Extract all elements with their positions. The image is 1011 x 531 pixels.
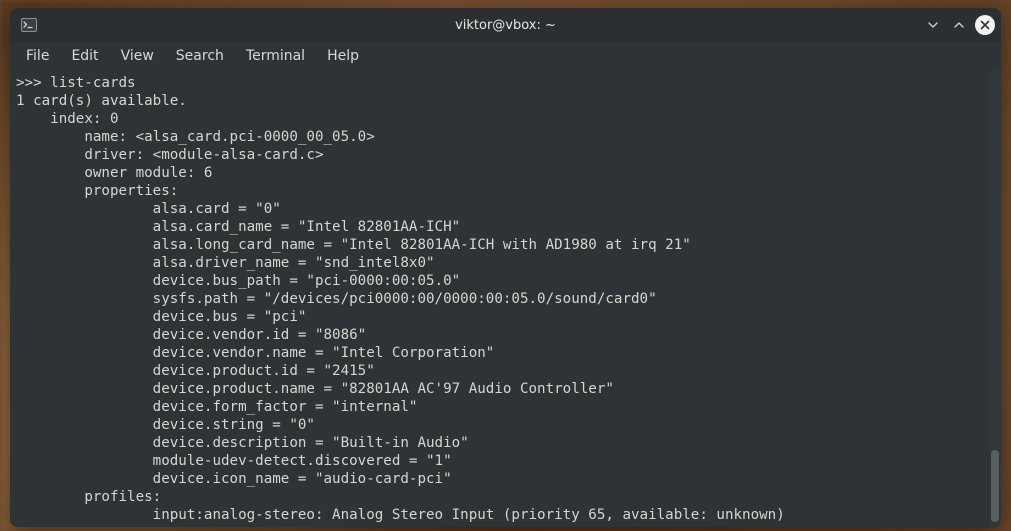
terminal-area[interactable]: >>> list-cards 1 card(s) available. inde… xyxy=(10,70,1001,527)
maximize-button[interactable] xyxy=(949,15,969,35)
window-title: viktor@vbox: ~ xyxy=(10,18,1001,33)
minimize-button[interactable] xyxy=(923,15,943,35)
window-controls xyxy=(923,8,995,42)
menu-view[interactable]: View xyxy=(111,45,164,67)
close-button[interactable] xyxy=(975,15,995,35)
menu-help[interactable]: Help xyxy=(317,45,369,67)
menu-terminal[interactable]: Terminal xyxy=(236,45,315,67)
titlebar[interactable]: viktor@vbox: ~ xyxy=(10,8,1001,42)
menu-search[interactable]: Search xyxy=(166,45,234,67)
menu-edit[interactable]: Edit xyxy=(61,45,108,67)
menu-file[interactable]: File xyxy=(16,45,59,67)
scrollbar-thumb[interactable] xyxy=(991,450,999,522)
menubar: File Edit View Search Terminal Help xyxy=(10,42,1001,70)
terminal-window: viktor@vbox: ~ File Edit View Search Ter… xyxy=(10,8,1001,527)
terminal-output: >>> list-cards 1 card(s) available. inde… xyxy=(10,70,987,527)
terminal-app-icon xyxy=(20,16,38,34)
scrollbar-track[interactable] xyxy=(989,70,1001,527)
